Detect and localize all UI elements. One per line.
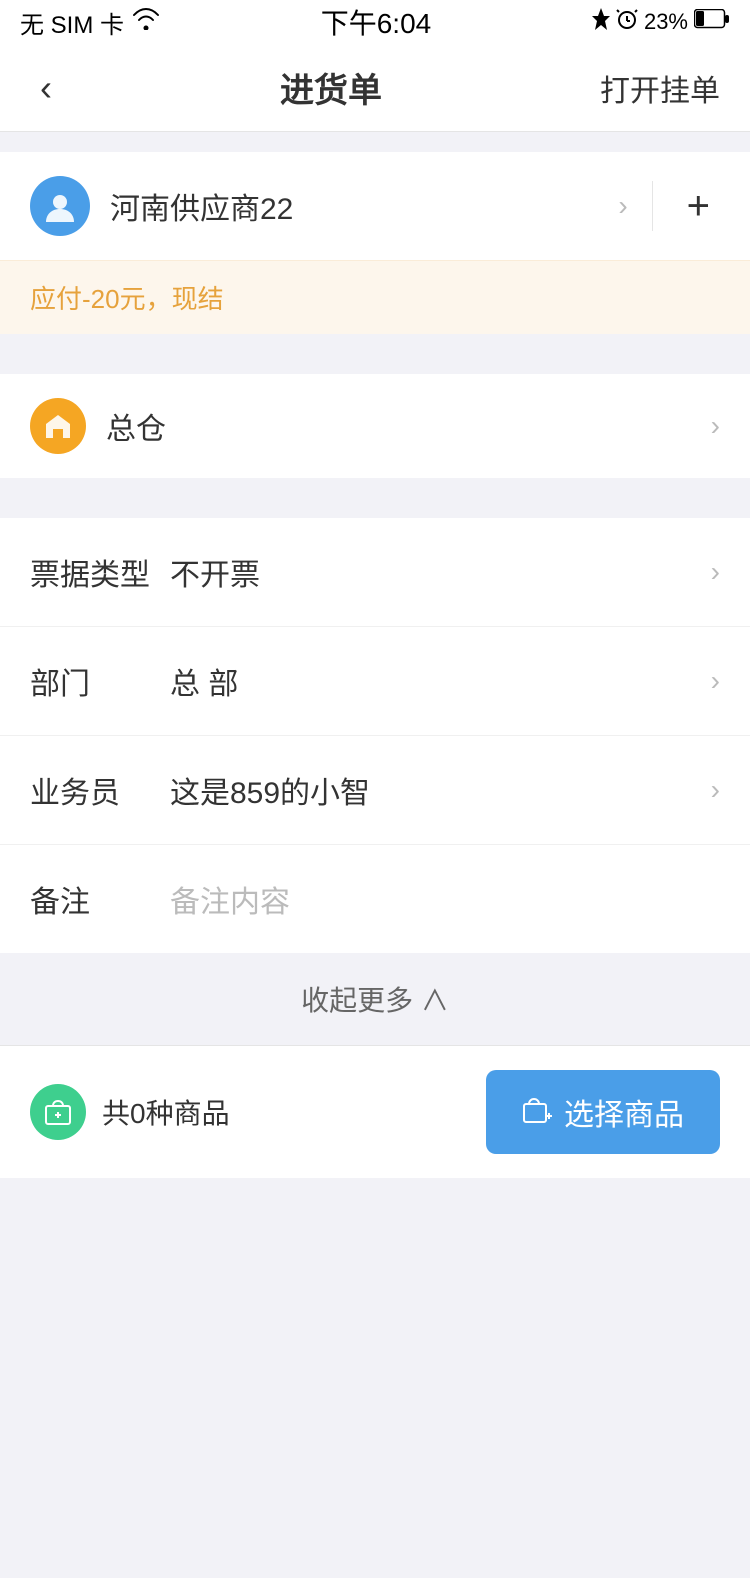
divider [652, 181, 653, 231]
page-body [0, 1178, 750, 1578]
remark-label: 备注 [30, 877, 170, 921]
remark-input[interactable]: 备注内容 [170, 877, 720, 921]
collapse-row[interactable]: 收起更多 ∧ [0, 953, 750, 1045]
salesman-row[interactable]: 业务员 这是859的小智 › [0, 736, 750, 845]
warehouse-row[interactable]: 总仓 › [0, 374, 750, 478]
dept-row[interactable]: 部门 总 部 › [0, 627, 750, 736]
page-title: 进货单 [280, 63, 382, 112]
status-time: 下午6:04 [321, 2, 432, 42]
notice-bar: 应付-20元，现结 [0, 260, 750, 334]
notice-text: 应付-20元，现结 [30, 284, 224, 314]
battery-percent: 23% [644, 9, 688, 35]
invoice-value: 不开票 [170, 550, 711, 594]
add-supplier-button[interactable]: + [677, 184, 720, 229]
invoice-label: 票据类型 [30, 550, 170, 594]
open-pending-button[interactable]: 打开挂单 [600, 66, 720, 110]
invoice-chevron-icon: › [711, 556, 720, 588]
supplier-avatar [30, 176, 90, 236]
nav-bar: ‹ 进货单 打开挂单 [0, 44, 750, 132]
supplier-row[interactable]: 河南供应商22 › + [0, 152, 750, 260]
salesman-value: 这是859的小智 [170, 768, 711, 812]
status-bar: 无 SIM 卡 下午6:04 23% [0, 0, 750, 44]
location-icon [592, 8, 610, 36]
section-gap-1 [0, 132, 750, 152]
warehouse-section: 总仓 › [0, 374, 750, 478]
wifi-icon [132, 8, 160, 36]
warehouse-chevron-icon: › [711, 410, 720, 442]
warehouse-name: 总仓 [106, 404, 711, 448]
product-count-area: 共0种商品 [30, 1084, 230, 1140]
status-left: 无 SIM 卡 [20, 5, 160, 40]
supplier-section: 河南供应商22 › + 应付-20元，现结 [0, 152, 750, 334]
status-right: 23% [592, 8, 730, 36]
product-count-icon [30, 1084, 86, 1140]
section-gap-3 [0, 478, 750, 498]
supplier-name: 河南供应商22 [110, 184, 618, 228]
dept-value: 总 部 [170, 659, 711, 703]
section-gap-2 [0, 334, 750, 354]
bottom-bar: 共0种商品 选择商品 [0, 1045, 750, 1178]
select-goods-button[interactable]: 选择商品 [486, 1070, 720, 1154]
warehouse-icon [30, 398, 86, 454]
salesman-label: 业务员 [30, 768, 170, 812]
back-button[interactable]: ‹ [30, 57, 62, 119]
product-count-text: 共0种商品 [102, 1092, 230, 1132]
battery-icon [694, 9, 730, 35]
supplier-chevron-icon: › [618, 190, 627, 222]
remark-row[interactable]: 备注 备注内容 [0, 845, 750, 953]
form-section: 票据类型 不开票 › 部门 总 部 › 业务员 这是859的小智 › 备注 备注… [0, 518, 750, 953]
dept-label: 部门 [30, 659, 170, 703]
collapse-label: 收起更多 ∧ [301, 979, 449, 1019]
invoice-row[interactable]: 票据类型 不开票 › [0, 518, 750, 627]
carrier-text: 无 SIM 卡 [20, 5, 124, 40]
dept-chevron-icon: › [711, 665, 720, 697]
select-goods-label: 选择商品 [564, 1090, 684, 1134]
salesman-chevron-icon: › [711, 774, 720, 806]
alarm-icon [616, 8, 638, 36]
